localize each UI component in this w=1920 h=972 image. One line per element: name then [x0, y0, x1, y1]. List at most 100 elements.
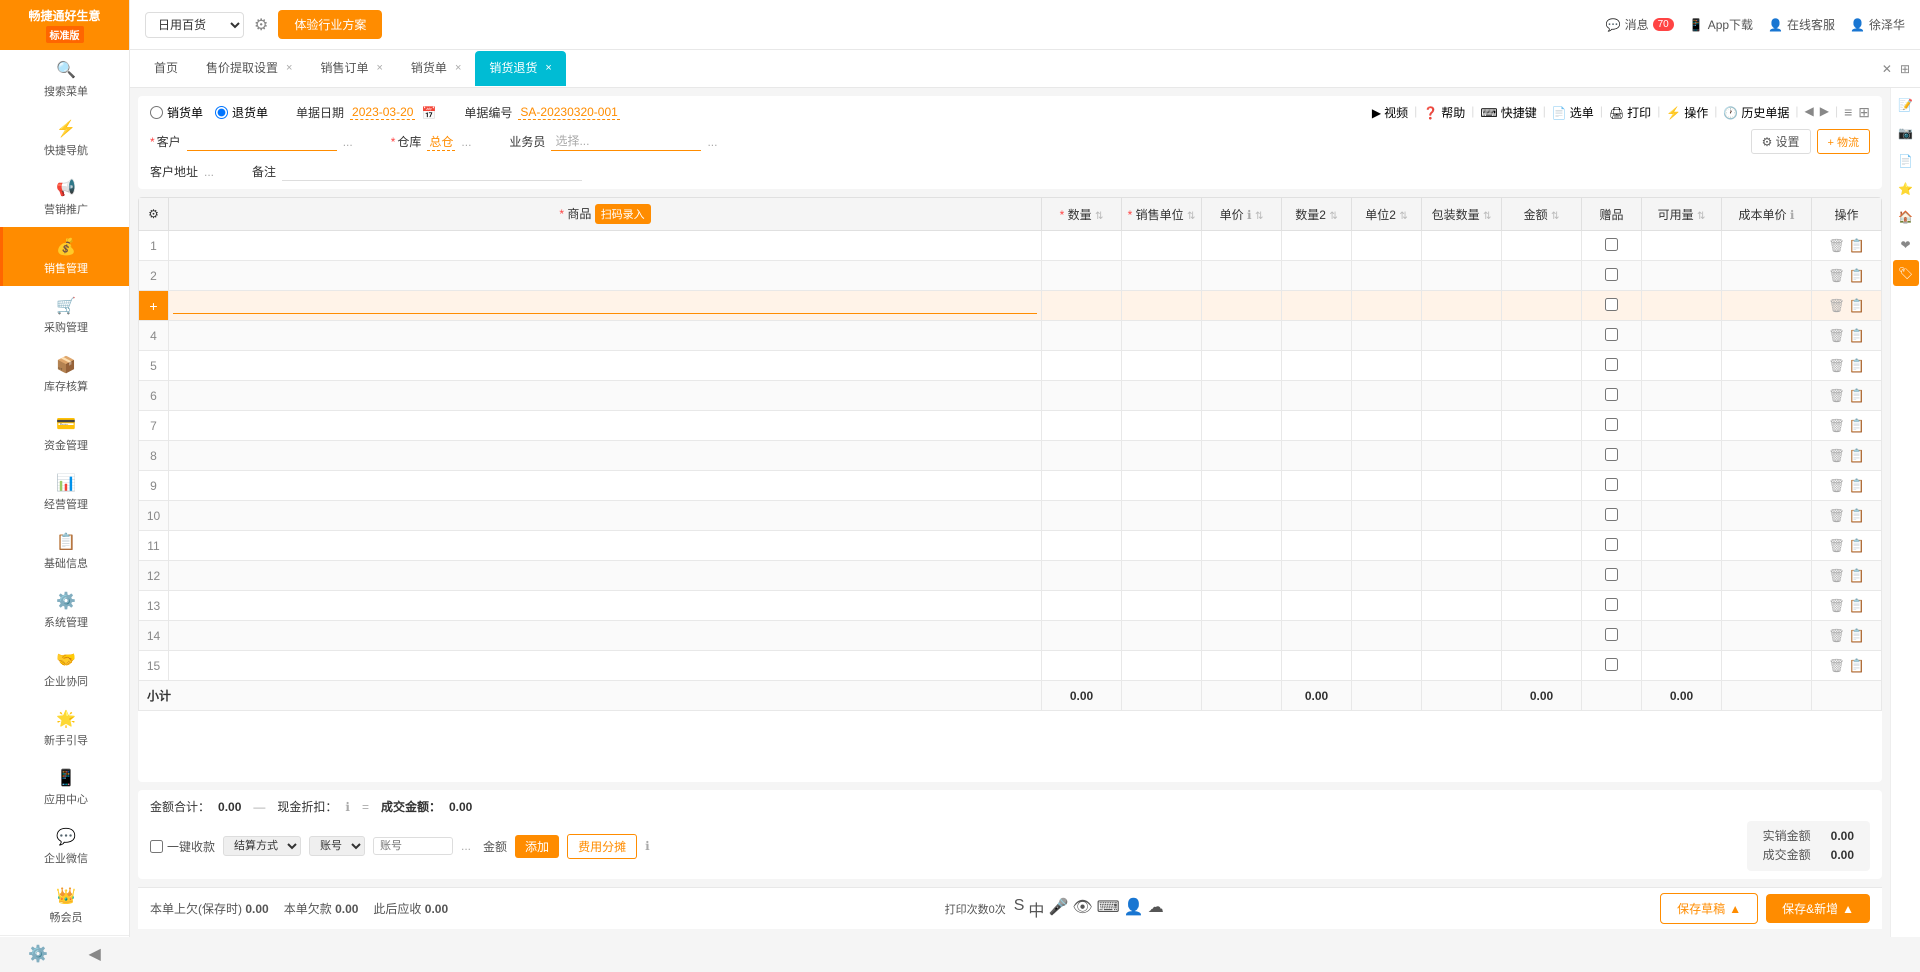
remark-input[interactable]	[282, 162, 582, 181]
app-download-btn[interactable]: 📱 App下载	[1689, 16, 1753, 33]
unit-sort-icon[interactable]: ⇅	[1187, 211, 1195, 222]
cost-cell-h[interactable]	[1722, 291, 1812, 321]
tab-price-setup-close[interactable]: ×	[286, 62, 292, 74]
unit-cell-h[interactable]	[1122, 291, 1202, 321]
copy-icon[interactable]: 📋	[1849, 628, 1865, 644]
person-icon[interactable]: 👤	[1124, 897, 1144, 921]
sidebar-item-basic[interactable]: 📋 基础信息	[0, 522, 129, 581]
rs-home-btn[interactable]: 🏠	[1893, 204, 1919, 230]
settings-form-btn[interactable]: ⚙ 设置	[1751, 129, 1811, 154]
pack-cell-h[interactable]	[1422, 291, 1502, 321]
amount-cell-1[interactable]	[1502, 231, 1582, 261]
tab-sales-order[interactable]: 销售订单 ×	[306, 51, 396, 86]
gift-cell-h[interactable]	[1582, 291, 1642, 321]
sidebar-item-enterprise[interactable]: 🤝 企业协同	[0, 640, 129, 699]
online-service-btn[interactable]: 👤 在线客服	[1768, 16, 1835, 33]
avail-sort-icon[interactable]: ⇅	[1697, 211, 1705, 222]
fenjie-btn[interactable]: 费用分摊	[567, 834, 637, 859]
radio-delivery-input[interactable]	[150, 106, 163, 119]
price-cell-h[interactable]	[1202, 291, 1282, 321]
cloud-icon[interactable]: ☁	[1148, 897, 1164, 921]
experience-btn[interactable]: 体验行业方案	[278, 10, 382, 39]
cost-info-icon[interactable]: ℹ	[1790, 208, 1795, 222]
product-cell-h[interactable]	[169, 291, 1042, 321]
price-cell-1[interactable]	[1202, 231, 1282, 261]
sidebar-item-system[interactable]: ⚙️ 系统管理	[0, 581, 129, 640]
tab-sales-return-close[interactable]: ×	[545, 62, 551, 74]
qty2-cell-h[interactable]	[1282, 291, 1352, 321]
avail-cell-h[interactable]	[1642, 291, 1722, 321]
cost-cell-1[interactable]	[1722, 231, 1812, 261]
unit2-sort-icon[interactable]: ⇅	[1399, 211, 1407, 222]
account-select[interactable]: 账号	[309, 836, 365, 856]
qty-cell-h[interactable]	[1042, 291, 1122, 321]
barcode-scan-btn[interactable]: 扫码录入	[595, 204, 651, 224]
delete-row-2-icon[interactable]: 🗑	[1828, 268, 1845, 284]
sidebar-item-search[interactable]: 🔍 搜索菜单	[0, 50, 129, 109]
tab-close-all-icon[interactable]: ✕	[1882, 62, 1892, 76]
copy-icon[interactable]: 📋	[1849, 568, 1865, 584]
delete-icon[interactable]: 🗑	[1828, 388, 1845, 404]
qty2-sort-icon[interactable]: ⇅	[1329, 211, 1337, 222]
toolbar-print-btn[interactable]: 🖨 打印	[1609, 104, 1651, 121]
toolbar-history-btn[interactable]: 🕐 历史单据	[1723, 104, 1789, 121]
copy-icon[interactable]: 📋	[1849, 448, 1865, 464]
avail-cell-1[interactable]	[1642, 231, 1722, 261]
amount-cell-h[interactable]	[1502, 291, 1582, 321]
delete-row-1-icon[interactable]: 🗑	[1828, 238, 1845, 254]
account-picker-btn[interactable]: ...	[461, 839, 471, 853]
user-avatar[interactable]: 👤 徐泽华	[1850, 16, 1905, 33]
radio-delivery[interactable]: 销货单	[150, 104, 203, 121]
delete-icon[interactable]: 🗑	[1828, 418, 1845, 434]
sidebar-item-sales[interactable]: 💰 销售管理	[0, 227, 129, 286]
sidebar-item-finance[interactable]: 💳 资金管理	[0, 404, 129, 463]
mic-icon[interactable]: 🎤	[1048, 897, 1068, 921]
add-payment-btn[interactable]: 添加	[515, 835, 559, 858]
gift-checkbox-h[interactable]	[1605, 298, 1618, 311]
copy-icon[interactable]: 📋	[1849, 508, 1865, 524]
account-input[interactable]	[373, 837, 453, 855]
address-picker-btn[interactable]: ...	[204, 165, 214, 179]
copy-row-2-icon[interactable]: 📋	[1849, 268, 1865, 284]
discount-info-icon[interactable]: ℹ	[345, 800, 350, 814]
price-info-icon[interactable]: ℹ	[1247, 208, 1252, 222]
delete-icon[interactable]: 🗑	[1828, 328, 1845, 344]
copy-row-1-icon[interactable]: 📋	[1849, 238, 1865, 254]
payment-checkbox-input[interactable]	[150, 840, 163, 853]
toolbar-help-btn[interactable]: ❓ 帮助	[1423, 104, 1465, 121]
eye-icon[interactable]: 👁	[1072, 897, 1092, 921]
industry-select[interactable]: 日用百货	[145, 12, 244, 38]
copy-icon[interactable]: 📋	[1849, 418, 1865, 434]
gift-cell-1[interactable]	[1582, 231, 1642, 261]
sidebar-item-member[interactable]: 👑 畅会员	[0, 876, 129, 935]
sidebar-item-shortcut[interactable]: ⚡ 快捷导航	[0, 109, 129, 168]
sidebar-item-wechat[interactable]: 💬 企业微信	[0, 817, 129, 876]
product-cell-1[interactable]	[169, 231, 1042, 261]
delete-row-h-icon[interactable]: 🗑	[1828, 298, 1845, 314]
rs-star-btn[interactable]: ⭐	[1893, 176, 1919, 202]
sidebar-item-guide[interactable]: 🌟 新手引导	[0, 699, 129, 758]
cost-cell-2[interactable]	[1722, 261, 1812, 291]
radio-return-input[interactable]	[215, 106, 228, 119]
product-cell-2[interactable]	[169, 261, 1042, 291]
save-draft-btn[interactable]: 保存草稿 ▲	[1660, 893, 1758, 924]
copy-icon[interactable]: 📋	[1849, 538, 1865, 554]
one-key-payment-checkbox[interactable]: 一键收款	[150, 838, 215, 855]
customer-picker-btn[interactable]: ...	[343, 135, 353, 149]
delete-icon[interactable]: 🗑	[1828, 628, 1845, 644]
gift-checkbox-2[interactable]	[1605, 268, 1618, 281]
unit2-cell-2[interactable]	[1352, 261, 1422, 291]
topbar-gear-icon[interactable]: ⚙	[254, 15, 268, 35]
unit-cell-2[interactable]	[1122, 261, 1202, 291]
view-list-icon[interactable]: ≡	[1844, 104, 1852, 121]
prev-doc-icon[interactable]: ◀	[1805, 104, 1814, 121]
gift-checkbox-1[interactable]	[1605, 238, 1618, 251]
amount-cell-2[interactable]	[1502, 261, 1582, 291]
delete-icon[interactable]: 🗑	[1828, 358, 1845, 374]
pack-cell-1[interactable]	[1422, 231, 1502, 261]
logistics-btn[interactable]: + 物流	[1817, 129, 1870, 154]
delete-icon[interactable]: 🗑	[1828, 568, 1845, 584]
delete-icon[interactable]: 🗑	[1828, 598, 1845, 614]
tab-price-setup[interactable]: 售价提取设置 ×	[192, 51, 306, 86]
next-doc-icon[interactable]: ▶	[1820, 104, 1829, 121]
